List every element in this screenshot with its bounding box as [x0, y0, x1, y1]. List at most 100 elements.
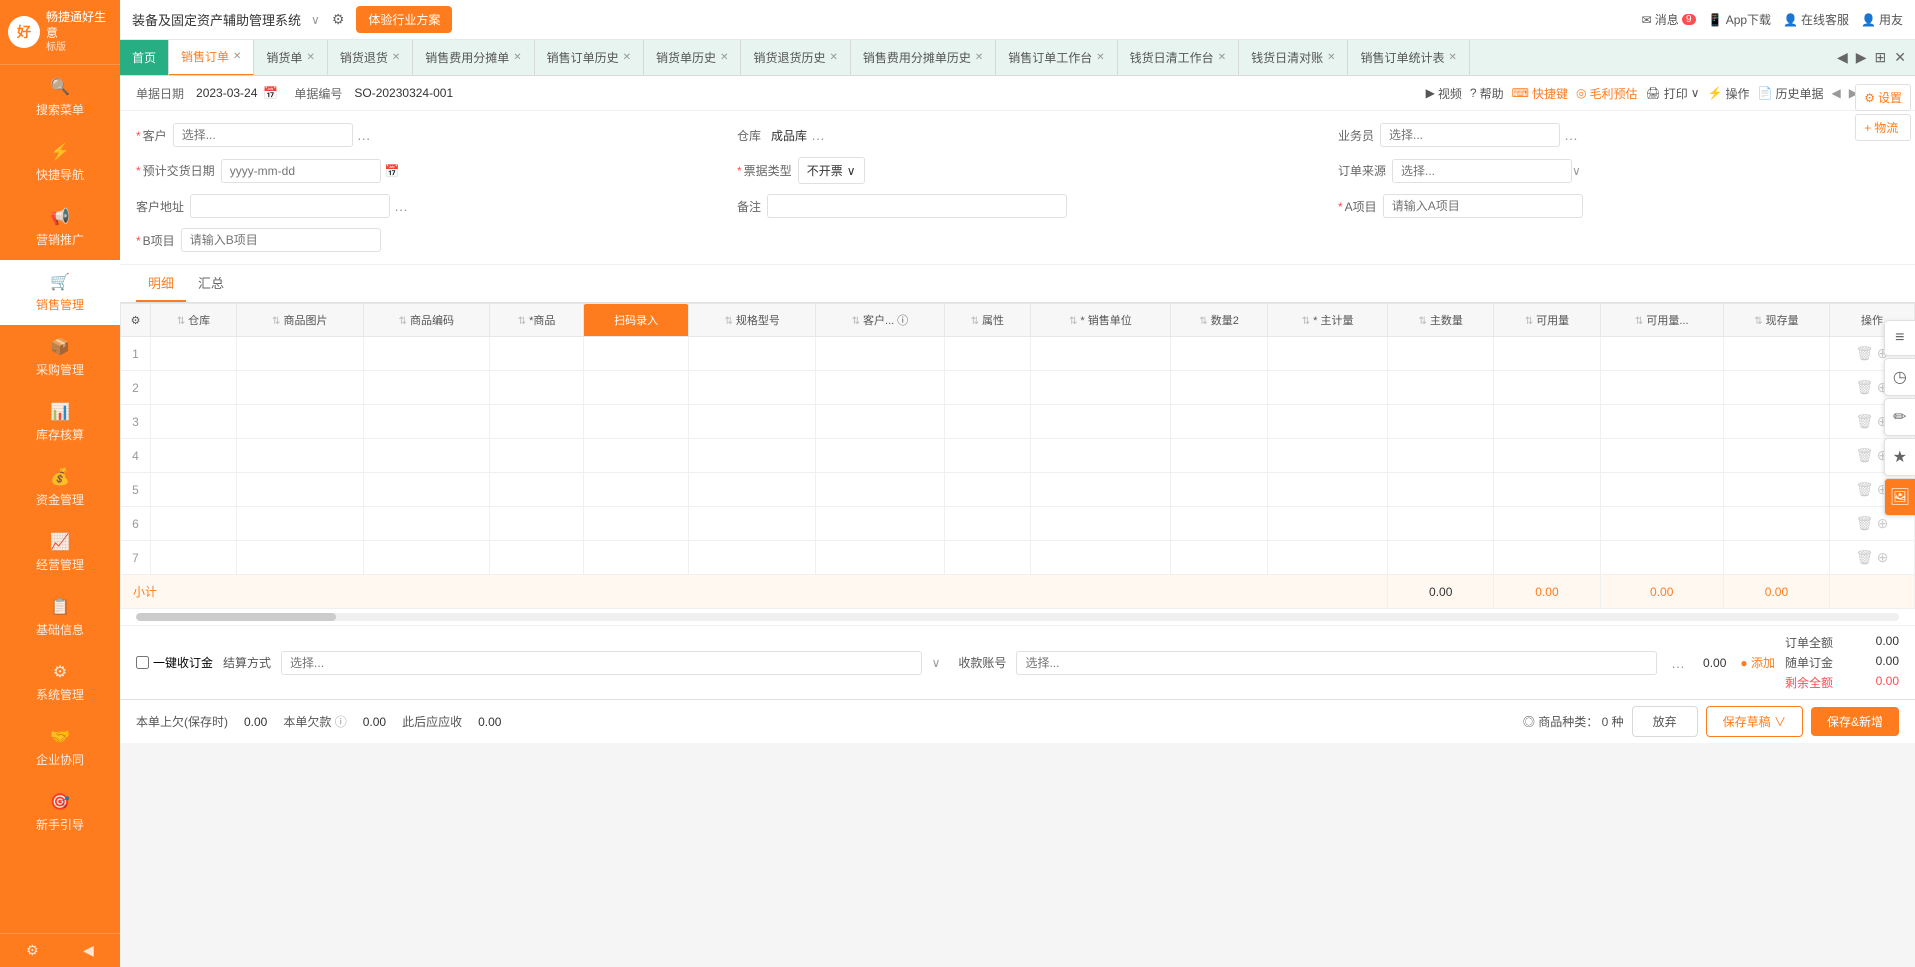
sidebar-item-搜索菜单[interactable]: 🔍搜索菜单 — [0, 65, 120, 130]
th-image[interactable]: ⇅ 商品图片 — [236, 304, 363, 337]
sidebar-item-系统管理[interactable]: ⚙系统管理 — [0, 650, 120, 715]
row-warehouse[interactable] — [151, 371, 237, 405]
row-copy-icon[interactable]: ⊕ — [1877, 549, 1889, 565]
sidebar-item-企业协同[interactable]: 🤝企业协同 — [0, 715, 120, 780]
one-click-label[interactable]: 一键收订金 — [136, 654, 213, 671]
row-warehouse[interactable] — [151, 507, 237, 541]
row-main-qty[interactable] — [1388, 473, 1494, 507]
tab-11[interactable]: 钱货日清对账✕ — [1239, 40, 1348, 76]
row-delete-icon[interactable]: 🗑 — [1856, 379, 1874, 395]
tab-close-4[interactable]: ✕ — [513, 52, 521, 63]
tab-5[interactable]: 销售订单历史✕ — [535, 40, 644, 76]
expand-icon[interactable]: ∨ — [311, 13, 320, 27]
tab-4[interactable]: 销售费用分摊单✕ — [413, 40, 534, 76]
row-delete-icon[interactable]: 🗑 — [1856, 515, 1874, 531]
side-float-btn-4[interactable]: 🖼 — [1884, 478, 1915, 516]
th-spec[interactable]: ⇅ 规格型号 — [689, 304, 816, 337]
tab-12[interactable]: 销售订单统计表✕ — [1348, 40, 1469, 76]
customer-more-icon[interactable]: … — [357, 127, 371, 143]
row-main-qty[interactable] — [1388, 337, 1494, 371]
remarks-input[interactable] — [767, 194, 1067, 218]
row-delete-icon[interactable]: 🗑 — [1856, 481, 1874, 497]
account-more-icon[interactable]: … — [1671, 655, 1685, 671]
row-customer-code[interactable] — [816, 371, 945, 405]
tab-next-icon[interactable]: ▶ — [1853, 47, 1870, 68]
order-source-input[interactable] — [1392, 159, 1572, 183]
customer-input[interactable] — [173, 123, 353, 147]
row-delete-icon[interactable]: 🗑 — [1856, 549, 1874, 565]
th-available2[interactable]: ⇅ 可用量... — [1600, 304, 1723, 337]
tab-prev-icon[interactable]: ◀ — [1834, 47, 1851, 68]
row-product[interactable] — [490, 507, 584, 541]
row-warehouse[interactable] — [151, 439, 237, 473]
row-code[interactable] — [363, 473, 490, 507]
row-qty2[interactable] — [1170, 507, 1267, 541]
row-customer-code[interactable] — [816, 439, 945, 473]
tab-close-11[interactable]: ✕ — [1327, 52, 1335, 63]
row-spec[interactable] — [689, 439, 816, 473]
row-main-qty[interactable] — [1388, 507, 1494, 541]
staff-input[interactable] — [1380, 123, 1560, 147]
print-btn[interactable]: 🖨 打印 ∨ — [1645, 85, 1699, 102]
sidebar-item-营销推广[interactable]: 📢营销推广 — [0, 195, 120, 260]
tab-expand-icon[interactable]: ⊞ — [1872, 47, 1890, 68]
message-button[interactable]: ✉ 消息 9 — [1642, 11, 1696, 28]
row-product[interactable] — [490, 337, 584, 371]
th-qty2[interactable]: ⇅ 数量2 — [1170, 304, 1267, 337]
side-float-btn-1[interactable]: ◷ — [1884, 358, 1915, 396]
row-product[interactable] — [490, 405, 584, 439]
th-main-unit[interactable]: ⇅ * 主计量 — [1268, 304, 1388, 337]
settlement-input[interactable] — [281, 651, 922, 675]
account-input[interactable] — [1016, 651, 1657, 675]
row-spec[interactable] — [689, 541, 816, 575]
tab-close-8[interactable]: ✕ — [975, 52, 983, 63]
form-tab-1[interactable]: 汇总 — [186, 265, 236, 302]
side-float-btn-0[interactable]: ≡ — [1884, 320, 1915, 356]
operate-btn[interactable]: ⚡ 操作 — [1708, 85, 1750, 102]
tab-close-2[interactable]: ✕ — [306, 52, 314, 63]
tab-close-all-icon[interactable]: ✕ — [1891, 47, 1909, 68]
th-customer-code[interactable]: ⇅ 客户... ⓘ — [816, 304, 945, 337]
row-delete-icon[interactable]: 🗑 — [1856, 447, 1874, 463]
tab-close-9[interactable]: ✕ — [1096, 52, 1104, 63]
prev-record-icon[interactable]: ◀ — [1831, 86, 1840, 100]
tab-close-10[interactable]: ✕ — [1218, 52, 1226, 63]
row-attr[interactable] — [944, 473, 1030, 507]
th-code[interactable]: ⇅ 商品编码 — [363, 304, 490, 337]
row-main-unit[interactable] — [1268, 337, 1388, 371]
row-code[interactable] — [363, 541, 490, 575]
row-product[interactable] — [490, 439, 584, 473]
tab-1[interactable]: 销售订单✕ — [169, 40, 254, 76]
calendar-icon[interactable]: 📅 — [263, 86, 278, 100]
row-main-unit[interactable] — [1268, 405, 1388, 439]
sidebar-item-资金管理[interactable]: 💰资金管理 — [0, 455, 120, 520]
add-goods-btn[interactable]: + 物流 — [1855, 114, 1911, 141]
row-qty2[interactable] — [1170, 473, 1267, 507]
row-unit[interactable] — [1030, 541, 1170, 575]
row-spec[interactable] — [689, 371, 816, 405]
sidebar-item-经营管理[interactable]: 📈经营管理 — [0, 520, 120, 585]
row-warehouse[interactable] — [151, 473, 237, 507]
row-main-unit[interactable] — [1268, 473, 1388, 507]
view-video-btn[interactable]: ▶ 视频 — [1426, 85, 1462, 102]
sidebar-item-基础信息[interactable]: 📋基础信息 — [0, 585, 120, 650]
row-warehouse[interactable] — [151, 541, 237, 575]
sidebar-item-新手引导[interactable]: 🎯新手引导 — [0, 780, 120, 845]
row-unit[interactable] — [1030, 405, 1170, 439]
tab-7[interactable]: 销货退货历史✕ — [741, 40, 850, 76]
row-product[interactable] — [490, 473, 584, 507]
side-float-btn-3[interactable]: ★ — [1884, 438, 1915, 476]
save-new-button[interactable]: 保存&新增 — [1811, 707, 1899, 736]
sidebar-collapse-icon[interactable]: ◀ — [83, 942, 94, 959]
th-settings[interactable]: ⚙ — [121, 304, 151, 337]
th-attr[interactable]: ⇅ 属性 — [944, 304, 1030, 337]
tab-close-5[interactable]: ✕ — [623, 52, 631, 63]
row-main-unit[interactable] — [1268, 507, 1388, 541]
row-attr[interactable] — [944, 405, 1030, 439]
row-code[interactable] — [363, 337, 490, 371]
row-qty2[interactable] — [1170, 541, 1267, 575]
online-service-button[interactable]: 👤 在线客服 — [1783, 11, 1849, 28]
th-stock[interactable]: ⇅ 现存量 — [1723, 304, 1829, 337]
tab-close-1[interactable]: ✕ — [233, 51, 241, 62]
row-attr[interactable] — [944, 337, 1030, 371]
